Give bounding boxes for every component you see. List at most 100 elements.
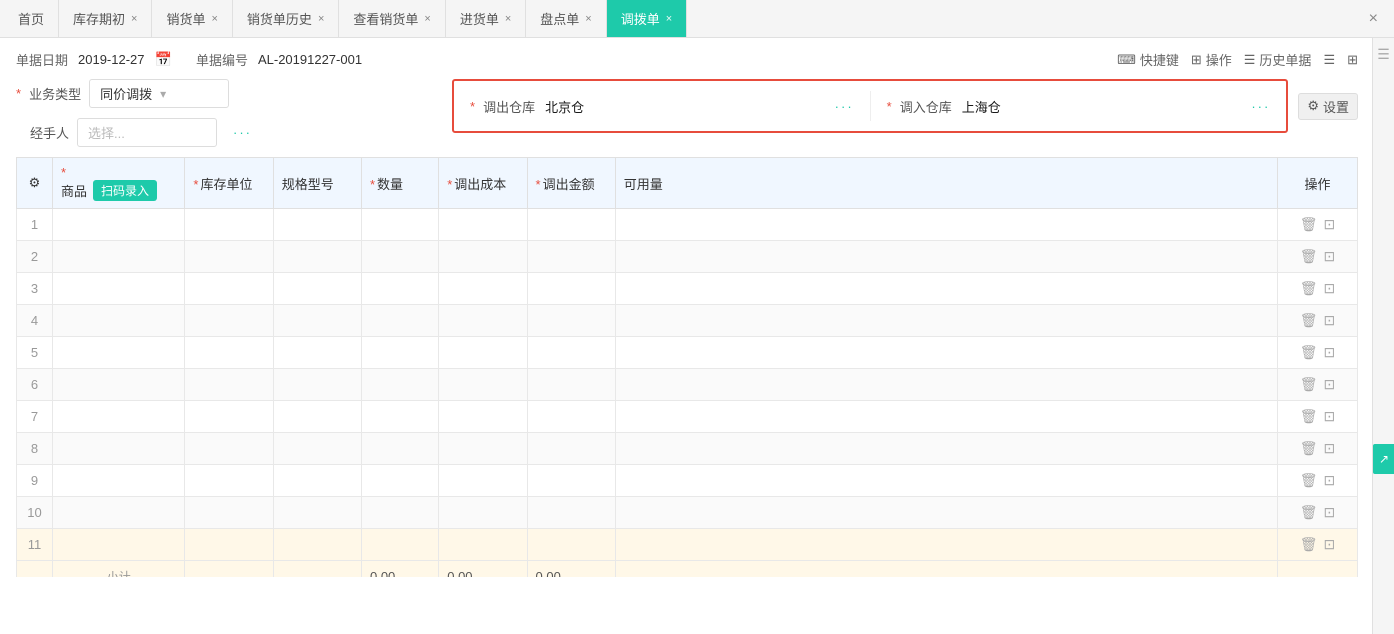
- cell-cost[interactable]: [439, 369, 527, 401]
- tab-sales-history-close[interactable]: ×: [318, 13, 324, 25]
- cell-qty[interactable]: [361, 401, 438, 433]
- cell-amount-11[interactable]: [527, 529, 615, 561]
- delete-icon[interactable]: 🗑: [1300, 472, 1318, 489]
- cell-unit[interactable]: [185, 497, 273, 529]
- tab-view-sales-close[interactable]: ×: [424, 13, 430, 25]
- copy-icon[interactable]: ⊡: [1324, 280, 1336, 297]
- cell-cost[interactable]: [439, 305, 527, 337]
- cell-product[interactable]: [53, 305, 185, 337]
- cell-cost[interactable]: [439, 497, 527, 529]
- tab-stocktake-close[interactable]: ×: [585, 13, 591, 25]
- copy-icon[interactable]: ⊡: [1324, 216, 1336, 233]
- tab-inventory-init[interactable]: 库存期初 ×: [59, 0, 152, 37]
- copy-icon[interactable]: ⊡: [1324, 504, 1336, 521]
- cell-cost-11[interactable]: [439, 529, 527, 561]
- tab-view-sales[interactable]: 查看销货单 ×: [339, 0, 445, 37]
- grid-view-button[interactable]: ⊞: [1347, 52, 1358, 68]
- cell-cost[interactable]: [439, 241, 527, 273]
- delete-icon[interactable]: 🗑: [1300, 408, 1318, 425]
- settings-button[interactable]: ⚙ 设置: [1298, 93, 1358, 120]
- transfer-in-more-button[interactable]: ···: [1251, 99, 1270, 114]
- copy-icon[interactable]: ⊡: [1324, 376, 1336, 393]
- cell-cost[interactable]: [439, 337, 527, 369]
- window-close-button[interactable]: ×: [1357, 0, 1390, 37]
- tab-transfer-close[interactable]: ×: [666, 13, 672, 25]
- cell-spec[interactable]: [273, 433, 361, 465]
- cell-qty[interactable]: [361, 273, 438, 305]
- list-view-button[interactable]: ☰: [1323, 52, 1335, 68]
- cell-unit[interactable]: [185, 401, 273, 433]
- cell-qty[interactable]: [361, 209, 438, 241]
- cell-amount[interactable]: [527, 401, 615, 433]
- cell-unit[interactable]: [185, 369, 273, 401]
- calendar-icon[interactable]: 📅: [155, 51, 172, 68]
- tab-sales-order-close[interactable]: ×: [211, 13, 217, 25]
- cell-product[interactable]: [53, 337, 185, 369]
- cell-amount[interactable]: [527, 337, 615, 369]
- delete-icon[interactable]: 🗑: [1300, 312, 1318, 329]
- cell-product[interactable]: [53, 241, 185, 273]
- delete-icon[interactable]: 🗑: [1300, 504, 1318, 521]
- cell-spec[interactable]: [273, 241, 361, 273]
- cell-product[interactable]: [53, 369, 185, 401]
- cell-product[interactable]: [53, 273, 185, 305]
- cell-available[interactable]: [615, 433, 1277, 465]
- tab-sales-order[interactable]: 销货单 ×: [152, 0, 232, 37]
- copy-icon[interactable]: ⊡: [1324, 248, 1336, 265]
- cell-amount[interactable]: [527, 497, 615, 529]
- history-button[interactable]: ☰ 历史单据: [1244, 50, 1312, 69]
- delete-icon[interactable]: 🗑: [1300, 280, 1318, 297]
- copy-icon[interactable]: ⊡: [1324, 408, 1336, 425]
- th-gear[interactable]: ⚙: [17, 158, 53, 209]
- cell-amount[interactable]: [527, 241, 615, 273]
- copy-icon[interactable]: ⊡: [1324, 312, 1336, 329]
- cell-spec[interactable]: [273, 497, 361, 529]
- cell-qty[interactable]: [361, 241, 438, 273]
- transfer-out-more-button[interactable]: ···: [835, 99, 854, 114]
- cell-spec[interactable]: [273, 465, 361, 497]
- scan-button[interactable]: 扫码录入: [93, 180, 157, 201]
- cell-available[interactable]: [615, 241, 1277, 273]
- cell-qty-11[interactable]: [361, 529, 438, 561]
- cell-product-11[interactable]: [53, 529, 185, 561]
- cell-spec[interactable]: [273, 369, 361, 401]
- cell-amount[interactable]: [527, 433, 615, 465]
- delete-icon[interactable]: 🗑: [1300, 440, 1318, 457]
- tab-stocktake[interactable]: 盘点单 ×: [526, 0, 606, 37]
- cell-available-11[interactable]: [615, 529, 1277, 561]
- cell-amount[interactable]: [527, 273, 615, 305]
- sidebar-note-icon[interactable]: ☰: [1377, 46, 1390, 63]
- cell-available[interactable]: [615, 273, 1277, 305]
- cell-cost[interactable]: [439, 273, 527, 305]
- cell-available[interactable]: [615, 369, 1277, 401]
- cell-available[interactable]: [615, 337, 1277, 369]
- tab-sales-history[interactable]: 销货单历史 ×: [233, 0, 339, 37]
- copy-icon[interactable]: ⊡: [1324, 440, 1336, 457]
- cell-product[interactable]: [53, 209, 185, 241]
- handler-more-button[interactable]: ···: [233, 125, 252, 140]
- cell-cost[interactable]: [439, 209, 527, 241]
- cell-product[interactable]: [53, 465, 185, 497]
- cell-unit[interactable]: [185, 305, 273, 337]
- delete-icon[interactable]: 🗑: [1300, 376, 1318, 393]
- operation-button[interactable]: ⊞ 操作: [1191, 50, 1232, 69]
- cell-spec[interactable]: [273, 209, 361, 241]
- cell-unit[interactable]: [185, 337, 273, 369]
- cell-spec[interactable]: [273, 337, 361, 369]
- cell-cost[interactable]: [439, 433, 527, 465]
- cell-amount[interactable]: [527, 369, 615, 401]
- copy-icon[interactable]: ⊡: [1324, 472, 1336, 489]
- tab-transfer[interactable]: 调拨单 ×: [607, 0, 687, 37]
- tab-purchase-order-close[interactable]: ×: [505, 13, 511, 25]
- cell-product[interactable]: [53, 401, 185, 433]
- cell-qty[interactable]: [361, 369, 438, 401]
- cell-amount[interactable]: [527, 465, 615, 497]
- business-type-dropdown[interactable]: 同价调拨 ▾: [89, 79, 229, 108]
- delete-icon[interactable]: 🗑: [1300, 216, 1318, 233]
- cell-available[interactable]: [615, 465, 1277, 497]
- cell-spec-11[interactable]: [273, 529, 361, 561]
- cell-qty[interactable]: [361, 337, 438, 369]
- cell-available[interactable]: [615, 497, 1277, 529]
- cell-unit[interactable]: [185, 273, 273, 305]
- copy-icon[interactable]: ⊡: [1324, 536, 1336, 553]
